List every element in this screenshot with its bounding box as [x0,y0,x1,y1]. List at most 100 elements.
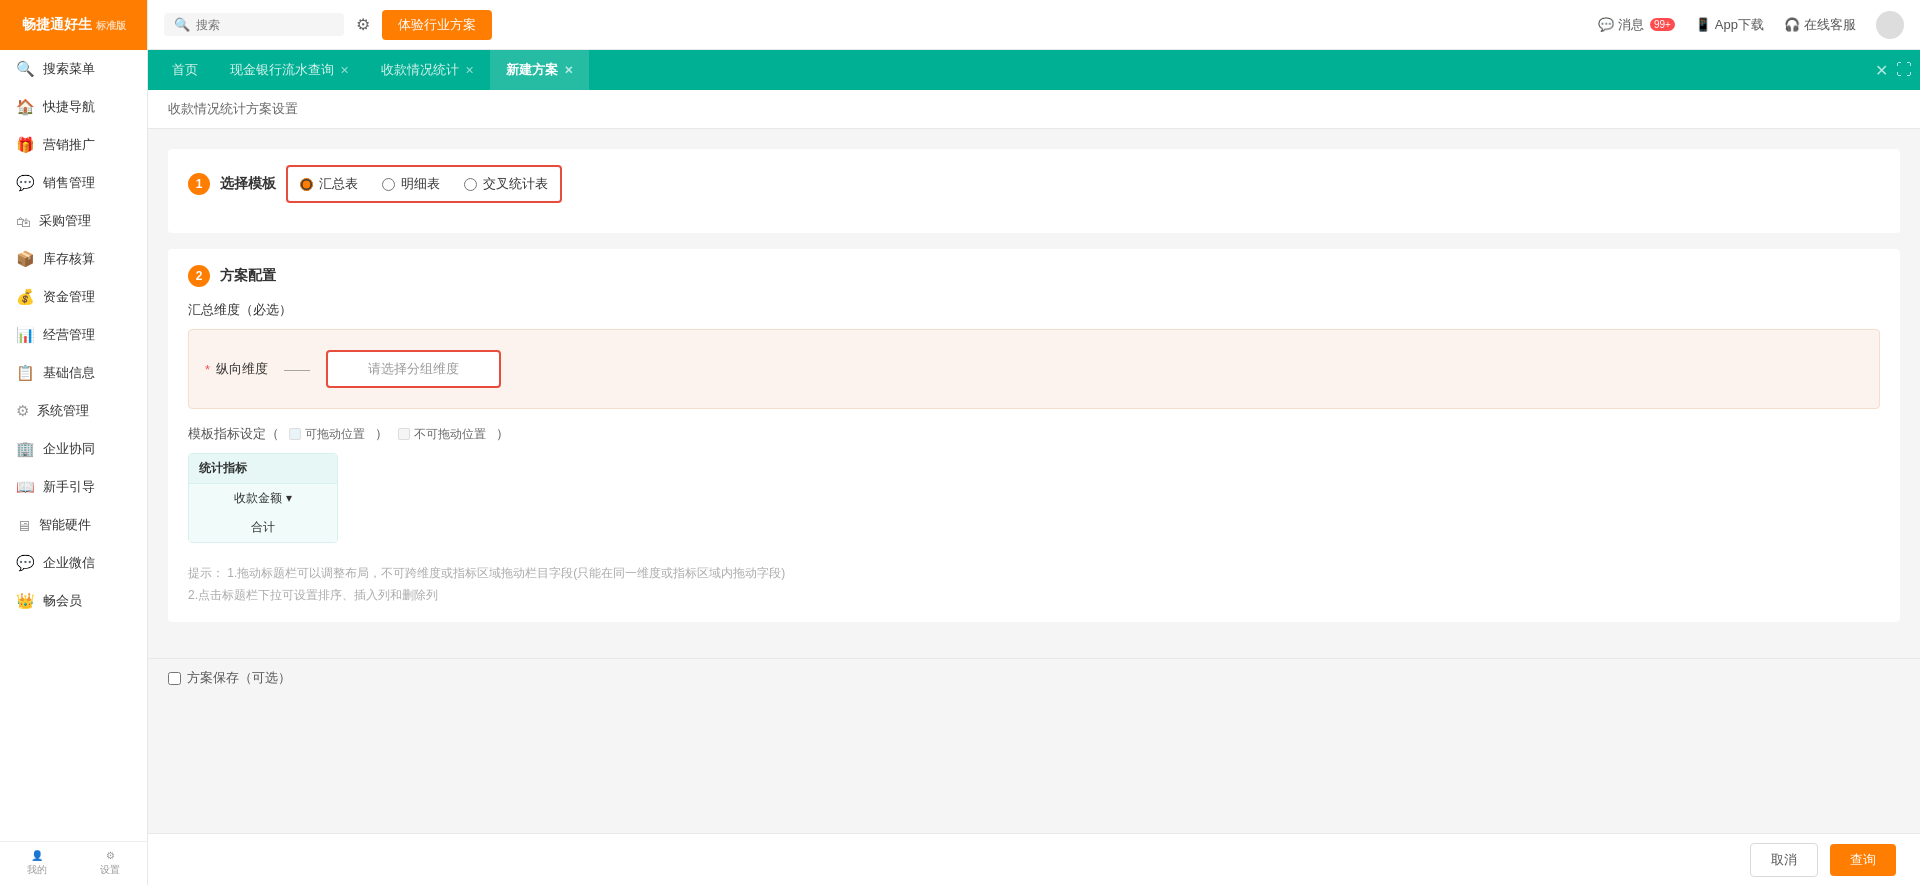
radio-summary-input[interactable] [300,178,313,191]
radio-detail[interactable]: 明细表 [382,175,440,193]
indicator-label: 收款金额 [234,491,282,505]
tab-close-collection-stat[interactable]: ✕ [465,64,474,77]
sidebar-bottom: 👤 我的 ⚙ 设置 [0,841,147,885]
logo-text: 畅捷通好生 [22,16,92,34]
dimension-title-text: 汇总维度（必选） [188,302,292,317]
sidebar-label-base-info: 基础信息 [43,364,95,382]
sidebar-item-search-menu[interactable]: 🔍 搜索菜单 [0,50,147,88]
step1-title: 选择模板 [220,175,276,193]
settings-icon[interactable]: ⚙ [356,15,370,34]
sidebar-item-guide[interactable]: 📖新手引导 [0,468,147,506]
sidebar-label-sales: 销售管理 [43,174,95,192]
sidebar-label-inventory: 库存核算 [43,250,95,268]
sidebar-item-purchase[interactable]: 🛍采购管理 [0,202,147,240]
radio-cross-label: 交叉统计表 [483,175,548,193]
radio-cross[interactable]: 交叉统计表 [464,175,548,193]
radio-detail-label: 明细表 [401,175,440,193]
tabbar-right-actions: ✕ ⛶ [1875,61,1912,80]
sidebar-item-inventory[interactable]: 📦 库存核算 [0,240,147,278]
sidebar-label-purchase: 采购管理 [39,212,91,230]
sidebar-item-sales[interactable]: 💬 销售管理 [0,164,147,202]
trial-button[interactable]: 体验行业方案 [382,10,492,40]
sidebar-item-management[interactable]: 📊经营管理 [0,316,147,354]
sidebar-icon-sales: 💬 [16,174,35,192]
sidebar-item-marketing[interactable]: 🎁营销推广 [0,126,147,164]
dropdown-icon[interactable]: ▾ [286,491,292,505]
tab-close-bank-flow[interactable]: ✕ [340,64,349,77]
content-area: 收款情况统计方案设置 1 选择模板 汇总表 明细表 [148,90,1920,833]
tab-label-new-plan: 新建方案 [506,61,558,79]
tab-label-home: 首页 [172,61,198,79]
indicator-table-header: 统计指标 [189,454,337,484]
sidebar-icon-member: 👑 [16,592,35,610]
fixed-legend: 不可拖动位置 [398,426,486,443]
sidebar-item-base-info[interactable]: 📋基础信息 [0,354,147,392]
sidebar-item-finance[interactable]: 💰资金管理 [0,278,147,316]
online-service-btn[interactable]: 🎧 在线客服 [1784,16,1856,34]
indicator-row: 合计 [189,513,337,542]
save-plan-input[interactable] [168,672,181,685]
sidebar-label-search-menu: 搜索菜单 [43,60,95,78]
message-badge: 99+ [1650,18,1675,31]
sidebar-item-member[interactable]: 👑畅会员 [0,582,147,620]
sidebar-icon-quick-nav: 🏠 [16,98,35,116]
sidebar-label-finance: 资金管理 [43,288,95,306]
action-bar: 取消 查询 [148,833,1920,885]
sidebar-icon-inventory: 📦 [16,250,35,268]
expand-icon[interactable]: ⛶ [1896,61,1912,79]
sidebar-label-system: 系统管理 [37,402,89,420]
sidebar-logo: 畅捷通好生 标准版 [0,0,147,50]
tab-new-plan[interactable]: 新建方案 ✕ [490,50,589,90]
sidebar-item-quick-nav[interactable]: 🏠快捷导航 [0,88,147,126]
dimension-select[interactable]: 请选择分组维度 [326,350,501,388]
dimension-section-title: 汇总维度（必选） [188,301,1880,319]
movable-label: 可拖动位置 [305,426,365,443]
search-box[interactable]: 🔍 [164,13,344,36]
movable-legend: 可拖动位置 [289,426,365,443]
logo-sub: 标准版 [96,19,126,33]
sidebar-item-wechat[interactable]: 💬企业微信 [0,544,147,582]
sidebar-bottom-user[interactable]: 👤 我的 [27,850,47,877]
sidebar-bottom-settings[interactable]: ⚙ 设置 [100,850,120,877]
radio-cross-input[interactable] [464,178,477,191]
sidebar: 畅捷通好生 标准版 🔍 搜索菜单 🏠快捷导航🎁营销推广 💬 销售管理 🛍采购管理 📦 库存核算… [0,0,148,885]
fixed-label: 不可拖动位置 [414,426,486,443]
indicator-settings: 模板指标设定（ 可拖动位置 ） 不可拖动位置 ） [188,425,1880,543]
radio-detail-input[interactable] [382,178,395,191]
indicator-label-row: 模板指标设定（ 可拖动位置 ） 不可拖动位置 ） [188,425,1880,443]
legend-close: ） [496,425,509,443]
indicator-settings-label: 模板指标设定（ [188,425,279,443]
avatar[interactable] [1876,11,1904,39]
message-label: 消息 [1618,16,1644,34]
close-all-icon[interactable]: ✕ [1875,61,1888,80]
content-body: 1 选择模板 汇总表 明细表 交叉统计表 [148,129,1920,658]
tip-2: 2.点击标题栏下拉可设置排序、插入列和删除列 [188,585,1880,607]
sidebar-icon-hardware: 🖥 [16,517,31,534]
tab-home[interactable]: 首页 [156,50,214,90]
message-btn[interactable]: 💬 消息 99+ [1598,16,1675,34]
app-download-btn[interactable]: 📱 App下载 [1695,16,1764,34]
sidebar-icon-search-menu: 🔍 [16,60,35,78]
radio-summary[interactable]: 汇总表 [300,175,358,193]
sidebar-item-hardware[interactable]: 🖥智能硬件 [0,506,147,544]
radio-summary-label: 汇总表 [319,175,358,193]
tab-close-new-plan[interactable]: ✕ [564,64,573,77]
indicator-table: 统计指标 收款金额 ▾ 合计 [188,453,338,543]
indicator-section-label: 统计指标 [199,460,247,477]
save-plan-checkbox[interactable]: 方案保存（可选） [168,669,291,687]
sidebar-item-system[interactable]: ⚙ 系统管理 [0,392,147,430]
arrow-icon: —— [284,362,310,377]
search-input[interactable] [196,18,316,32]
sidebar-item-enterprise[interactable]: 🏢企业协同 [0,430,147,468]
step2-title: 方案配置 [220,267,276,285]
tab-collection-stat[interactable]: 收款情况统计✕ [365,50,490,90]
step2-section: 2 方案配置 汇总维度（必选） * 纵向维度 —— 请选择分组维度 [168,249,1900,622]
step1-section: 1 选择模板 汇总表 明细表 交叉统计表 [168,149,1900,233]
breadcrumb-text: 收款情况统计方案设置 [168,101,298,116]
sidebar-icon-system: ⚙ [16,402,29,420]
vertical-dim-label: * 纵向维度 [205,360,268,378]
cancel-button[interactable]: 取消 [1750,843,1818,877]
query-button[interactable]: 查询 [1830,844,1896,876]
tab-bank-flow[interactable]: 现金银行流水查询✕ [214,50,365,90]
sidebar-icon-guide: 📖 [16,478,35,496]
